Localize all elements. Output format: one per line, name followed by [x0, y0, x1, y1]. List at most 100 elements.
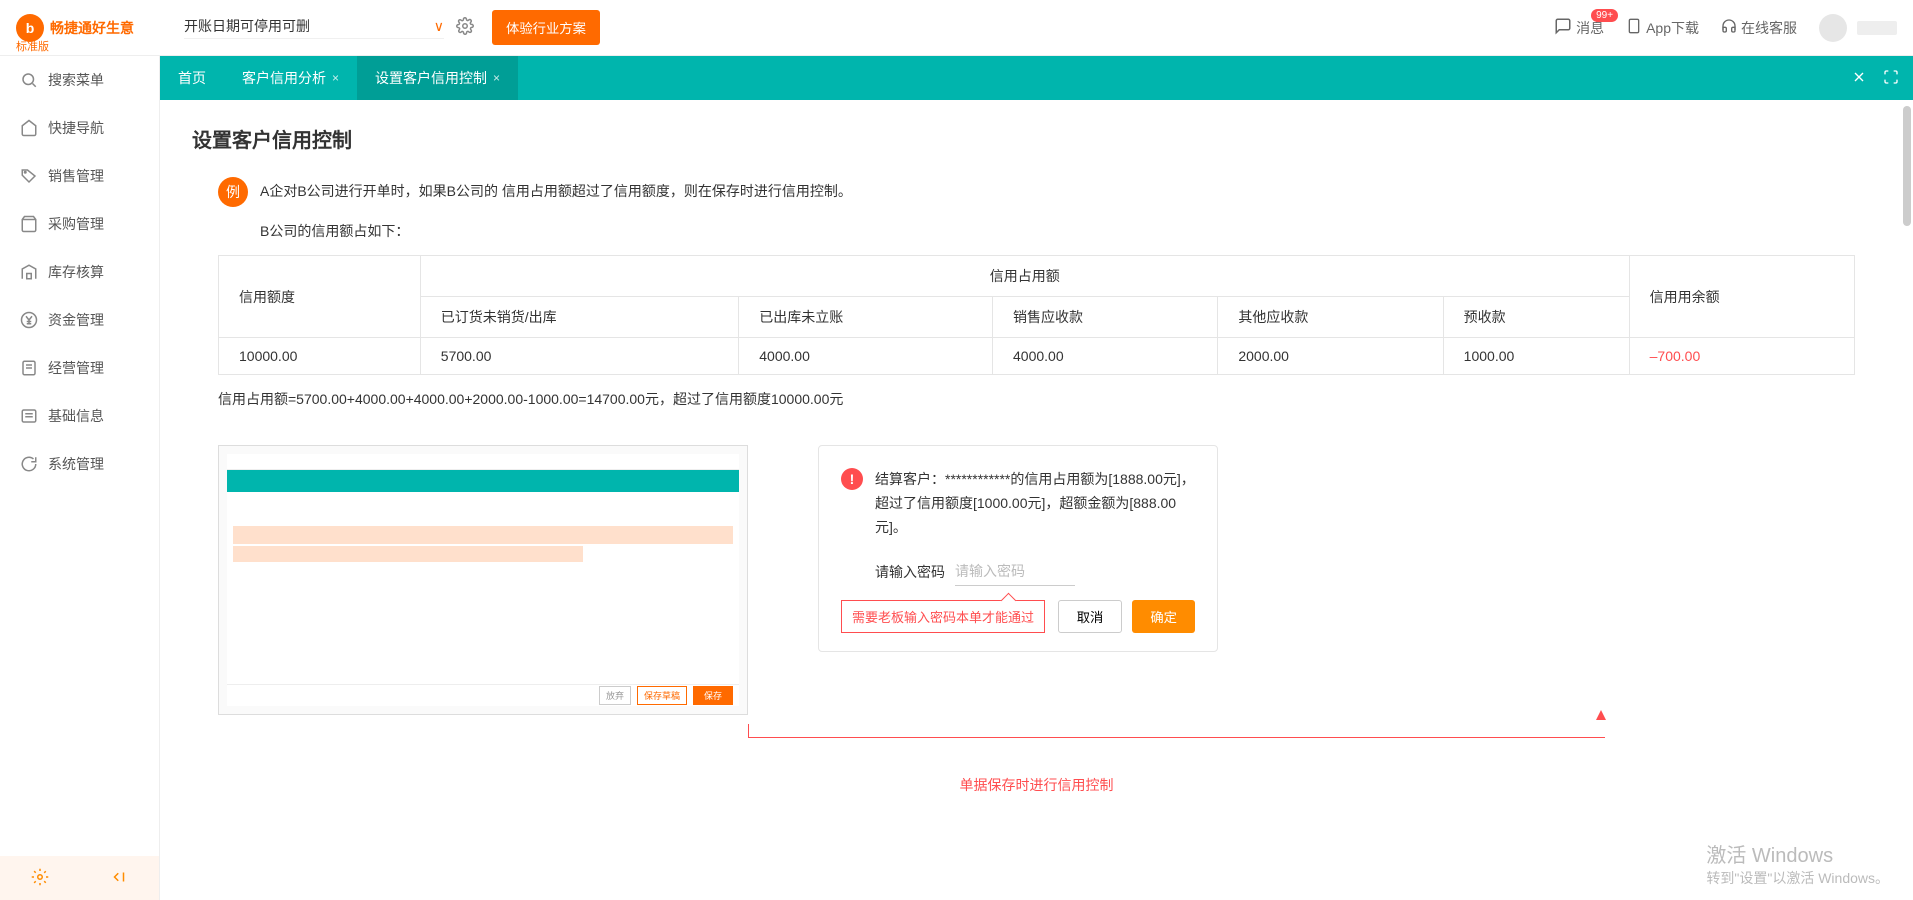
online-service-label: 在线客服	[1741, 18, 1797, 38]
sidebar-item-system[interactable]: 系统管理	[0, 440, 159, 488]
illustration-row: 放弃 保存草稿 保存 ! 结算客户：************的信用占用额为[18…	[218, 445, 1855, 715]
search-icon	[20, 71, 38, 89]
online-service-button[interactable]: 在线客服	[1721, 18, 1797, 38]
sidebar-item-label: 采购管理	[48, 214, 104, 234]
td-outbound: 4000.00	[739, 338, 993, 375]
th-credit-limit: 信用额度	[219, 256, 421, 338]
close-icon[interactable]: ×	[493, 71, 500, 85]
example-block: 例 A企对B公司进行开单时，如果B公司的 信用占用额超过了信用额度，则在保存时进…	[192, 177, 1881, 825]
user-menu[interactable]	[1819, 14, 1897, 42]
sidebar-item-basedata[interactable]: 基础信息	[0, 392, 159, 440]
sidebar-item-label: 系统管理	[48, 454, 104, 474]
top-header: b 畅捷通好生意 标准版 开账日期可停用可删 ∨ 体验行业方案 消息 99+ A…	[0, 0, 1913, 56]
tab-label: 客户信用分析	[242, 68, 326, 88]
sidebar-item-quicknav[interactable]: 快捷导航	[0, 104, 159, 152]
credit-warning-popup: ! 结算客户：************的信用占用额为[1888.00元]，超过了…	[818, 445, 1218, 652]
td-limit: 10000.00	[219, 338, 421, 375]
sidebar-item-label: 搜索菜单	[48, 70, 104, 90]
password-label: 请输入密码	[875, 562, 945, 582]
th-credit-use: 信用占用额	[420, 256, 1629, 297]
sidebar: 搜索菜单 快捷导航 销售管理 采购管理 库存核算 资金管理 经营管理 基础信息	[0, 56, 160, 900]
password-input[interactable]: 请输入密码	[955, 557, 1075, 586]
confirm-button[interactable]: 确定	[1132, 600, 1195, 633]
mini-save-draft-button: 保存草稿	[637, 686, 687, 705]
message-icon	[1554, 17, 1572, 38]
tabs-bar: 首页 客户信用分析 × 设置客户信用控制 ×	[160, 56, 1913, 100]
avatar-name-placeholder	[1857, 21, 1897, 35]
mini-giveup-button: 放弃	[599, 686, 631, 705]
example-text-1: A企对B公司进行开单时，如果B公司的 信用占用额超过了信用额度，则在保存时进行信…	[260, 177, 852, 201]
app-download-button[interactable]: App下载	[1626, 18, 1699, 38]
list-icon	[20, 407, 38, 425]
table-row: 10000.00 5700.00 4000.00 4000.00 2000.00…	[219, 338, 1855, 375]
th-ordered: 已订货未销货/出库	[420, 297, 738, 338]
experience-industry-button[interactable]: 体验行业方案	[492, 10, 600, 45]
sidebar-item-label: 库存核算	[48, 262, 104, 282]
sidebar-item-inventory[interactable]: 库存核算	[0, 248, 159, 296]
tab-credit-analysis[interactable]: 客户信用分析 ×	[224, 56, 357, 100]
td-prepay: 1000.00	[1443, 338, 1629, 375]
red-arrow-line	[748, 737, 1605, 738]
th-outbound: 已出库未立账	[739, 297, 993, 338]
collapse-icon[interactable]	[110, 868, 128, 889]
sidebar-item-search[interactable]: 搜索菜单	[0, 56, 159, 104]
message-badge: 99+	[1591, 9, 1618, 22]
mini-save-button: 保存	[693, 686, 733, 705]
arrow-caption: 单据保存时进行信用控制	[218, 775, 1855, 795]
settings-icon[interactable]	[31, 868, 49, 889]
clipboard-icon	[20, 359, 38, 377]
warning-icon: !	[841, 468, 863, 490]
tab-credit-control[interactable]: 设置客户信用控制 ×	[357, 56, 518, 100]
brand-edition: 标准版	[16, 38, 49, 54]
tab-home[interactable]: 首页	[160, 56, 224, 100]
td-balance: –700.00	[1629, 338, 1854, 375]
cancel-button[interactable]: 取消	[1058, 600, 1123, 633]
chevron-down-icon: ∨	[434, 18, 444, 35]
td-other: 2000.00	[1218, 338, 1443, 375]
sidebar-item-label: 快捷导航	[48, 118, 104, 138]
app-download-label: App下载	[1646, 18, 1699, 38]
phone-icon	[1626, 18, 1642, 37]
tabs-right-actions	[1851, 69, 1913, 88]
tab-label: 设置客户信用控制	[375, 68, 487, 88]
sidebar-item-label: 资金管理	[48, 310, 104, 330]
brand-name: 畅捷通好生意	[50, 18, 134, 38]
credit-table: 信用额度 信用占用额 信用用余额 已订货未销货/出库 已出库未立账 销售应收款 …	[218, 255, 1855, 375]
message-button[interactable]: 消息 99+	[1554, 17, 1604, 38]
fullscreen-icon[interactable]	[1883, 69, 1899, 88]
sidebar-item-fund[interactable]: 资金管理	[0, 296, 159, 344]
close-tab-icon[interactable]	[1851, 69, 1867, 88]
sidebar-footer	[0, 856, 159, 900]
example-text-2: B公司的信用额占如下：	[260, 221, 1855, 241]
th-prepay: 预收款	[1443, 297, 1629, 338]
sidebar-item-label: 基础信息	[48, 406, 104, 426]
sidebar-item-business[interactable]: 经营管理	[0, 344, 159, 392]
account-date-selector[interactable]: 开账日期可停用可删 ∨	[184, 16, 444, 39]
th-receivable: 销售应收款	[993, 297, 1218, 338]
account-date-label: 开账日期可停用可删	[184, 16, 310, 36]
example-badge-icon: 例	[218, 177, 248, 207]
td-receivable: 4000.00	[993, 338, 1218, 375]
main-area: 搜索菜单 快捷导航 销售管理 采购管理 库存核算 资金管理 经营管理 基础信息	[0, 56, 1913, 900]
sidebar-item-label: 销售管理	[48, 166, 104, 186]
page-body: 设置客户信用控制 例 A企对B公司进行开单时，如果B公司的 信用占用额超过了信用…	[160, 100, 1913, 900]
top-right-actions: 消息 99+ App下载 在线客服	[1554, 14, 1897, 42]
yen-icon	[20, 311, 38, 329]
scrollbar[interactable]	[1903, 106, 1911, 226]
tag-icon	[20, 167, 38, 185]
avatar-icon	[1819, 14, 1847, 42]
tip-bubble: 需要老板输入密码本单才能通过	[841, 600, 1045, 633]
refresh-icon	[20, 455, 38, 473]
sidebar-item-sales[interactable]: 销售管理	[0, 152, 159, 200]
headset-icon	[1721, 18, 1737, 37]
sidebar-item-purchase[interactable]: 采购管理	[0, 200, 159, 248]
warning-message: 结算客户：************的信用占用额为[1888.00元]，超过了信用…	[875, 468, 1195, 539]
warehouse-icon	[20, 263, 38, 281]
tab-label: 首页	[178, 68, 206, 88]
gear-icon[interactable]	[456, 17, 474, 38]
content-column: 首页 客户信用分析 × 设置客户信用控制 × 设置客户信用控制 例 A企对B公司	[160, 56, 1913, 900]
th-other: 其他应收款	[1218, 297, 1443, 338]
bag-icon	[20, 215, 38, 233]
close-icon[interactable]: ×	[332, 71, 339, 85]
td-ordered: 5700.00	[420, 338, 738, 375]
